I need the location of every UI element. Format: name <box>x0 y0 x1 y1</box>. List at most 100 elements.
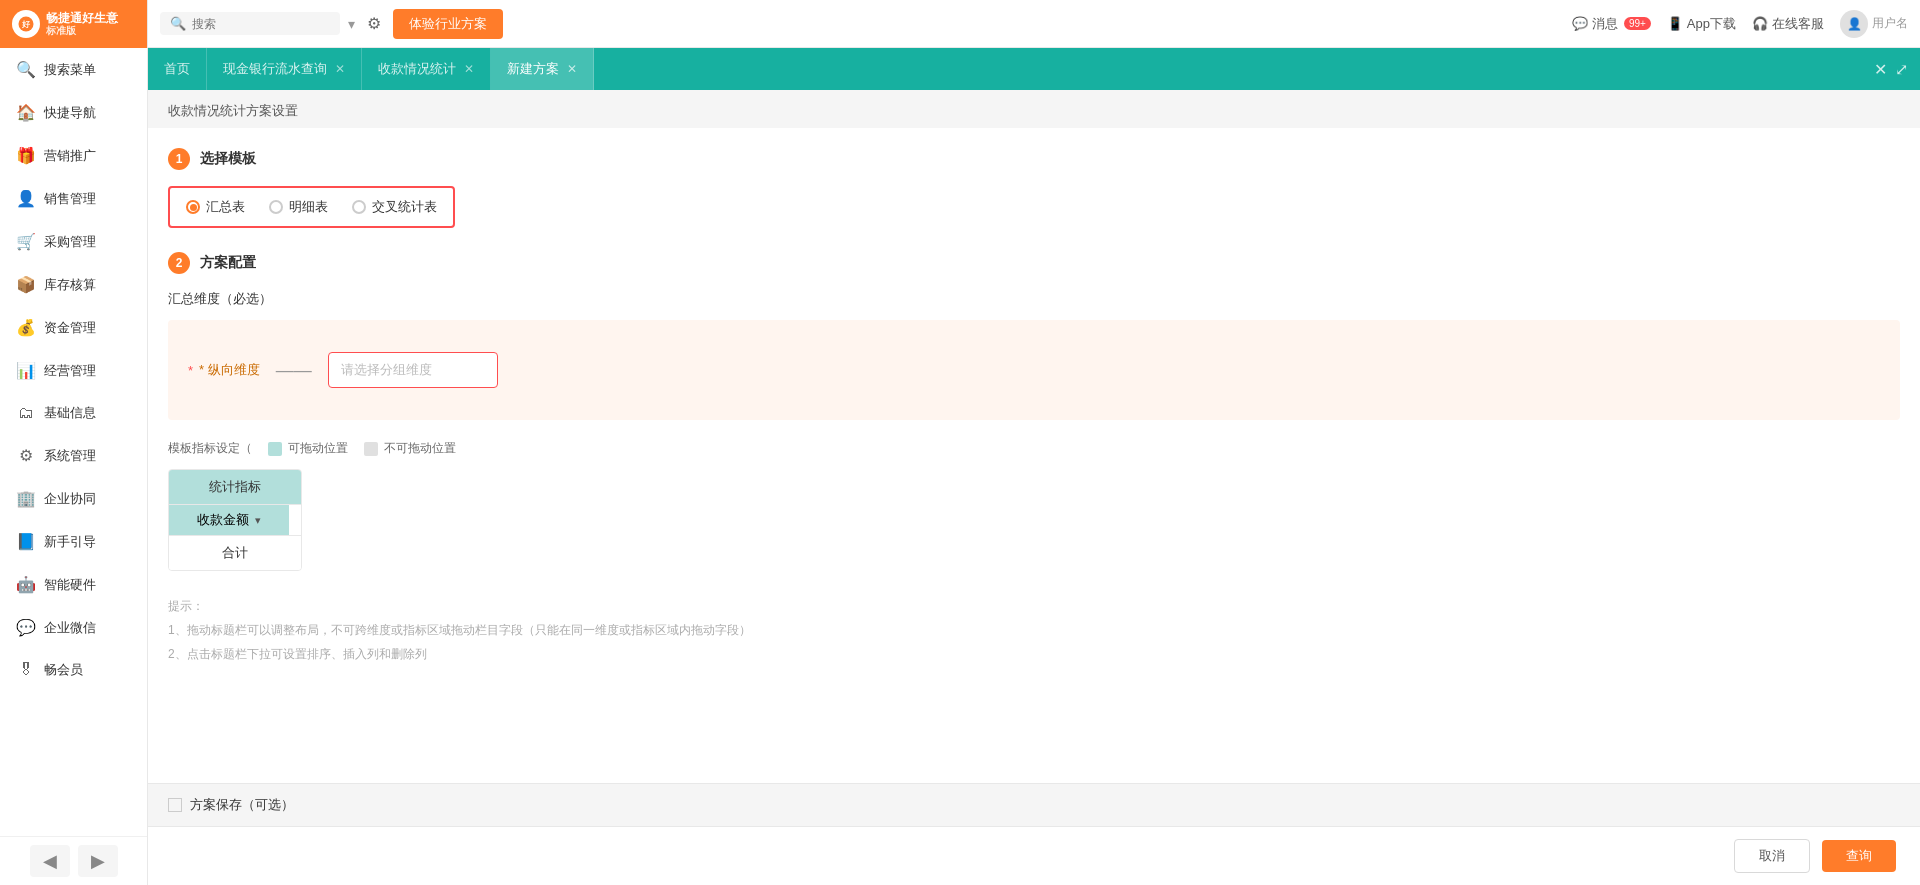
tip1: 1、拖动标题栏可以调整布局，不可跨维度或指标区域拖动栏目字段（只能在同一维度或指… <box>168 618 1900 642</box>
sidebar-item-member[interactable]: 🎖 畅会员 <box>0 649 147 691</box>
dimension-area: * * 纵向维度 —— 请选择分组维度 <box>168 320 1900 420</box>
save-label: 方案保存（可选） <box>190 796 294 814</box>
logo-version: 标准版 <box>46 25 118 37</box>
radio-summary-label: 汇总表 <box>206 198 245 216</box>
dimension-arrow-icon: —— <box>276 360 312 381</box>
query-button[interactable]: 查询 <box>1822 840 1896 872</box>
indicator-legend: 模板指标设定（ 可拖动位置 不可拖动位置 <box>168 440 1900 457</box>
tab-new-plan[interactable]: 新建方案 ✕ <box>491 48 594 90</box>
step1-num: 1 <box>168 148 190 170</box>
indicator-col-header-row: 收款金额 ▾ <box>169 505 301 535</box>
tab-receipt-stats[interactable]: 收款情况统计 ✕ <box>362 48 491 90</box>
sidebar-item-finance[interactable]: 💰 资金管理 <box>0 306 147 349</box>
radio-cross[interactable]: 交叉统计表 <box>352 198 437 216</box>
topbar-right: 💬 消息 99+ 📱 App下载 🎧 在线客服 👤 用户名 <box>1572 10 1908 38</box>
radio-summary-dot <box>186 200 200 214</box>
sidebar-item-inventory[interactable]: 📦 库存核算 <box>0 263 147 306</box>
topbar-chevron-icon[interactable]: ▾ <box>348 16 355 32</box>
sidebar-item-newbie[interactable]: 📘 新手引导 <box>0 520 147 563</box>
sidebar-collapse-btn[interactable]: ◀ <box>30 845 70 877</box>
svg-text:好: 好 <box>21 20 31 29</box>
sidebar-item-sales[interactable]: 👤 销售管理 <box>0 177 147 220</box>
content-body: 1 选择模板 汇总表 明细表 交叉统计表 <box>148 128 1920 783</box>
tab-maximize-icon[interactable]: ⤢ <box>1895 60 1908 79</box>
step1-section: 1 选择模板 汇总表 明细表 交叉统计表 <box>168 148 1900 228</box>
sidebar-item-quick-nav[interactable]: 🏠 快捷导航 <box>0 91 147 134</box>
content-area: 收款情况统计方案设置 1 选择模板 汇总表 明细表 <box>148 90 1920 826</box>
user-menu[interactable]: 👤 用户名 <box>1840 10 1908 38</box>
cancel-button[interactable]: 取消 <box>1734 839 1810 873</box>
tabbar: 首页 现金银行流水查询 ✕ 收款情况统计 ✕ 新建方案 ✕ ✕ ⤢ <box>148 48 1920 90</box>
sidebar-item-enterprise[interactable]: 🏢 企业协同 <box>0 477 147 520</box>
sidebar-item-label: 库存核算 <box>44 276 96 294</box>
sidebar-item-marketing[interactable]: 🎁 营销推广 <box>0 134 147 177</box>
main-area: 🔍 ▾ ⚙ 体验行业方案 💬 消息 99+ 📱 App下载 🎧 在线客服 👤 用… <box>148 0 1920 885</box>
tab-receipt-stats-label: 收款情况统计 <box>378 60 456 78</box>
tab-new-plan-close[interactable]: ✕ <box>567 62 577 76</box>
col-header-chevron-icon: ▾ <box>255 514 261 527</box>
indicator-settings: 模板指标设定（ 可拖动位置 不可拖动位置 统计指标 <box>168 440 1900 574</box>
vertical-label: * * 纵向维度 <box>188 361 260 379</box>
sidebar-item-basic-info[interactable]: 🗂 基础信息 <box>0 392 147 434</box>
sidebar-item-smart-hw[interactable]: 🤖 智能硬件 <box>0 563 147 606</box>
industry-btn[interactable]: 体验行业方案 <box>393 9 503 39</box>
indicator-settings-label: 模板指标设定（ <box>168 440 252 457</box>
search-input[interactable] <box>192 17 330 31</box>
operation-icon: 📊 <box>16 361 36 380</box>
legend-non-draggable: 不可拖动位置 <box>364 440 456 457</box>
message-btn[interactable]: 💬 消息 99+ <box>1572 15 1651 33</box>
tab-cash-bank[interactable]: 现金银行流水查询 ✕ <box>207 48 362 90</box>
sidebar-item-label: 销售管理 <box>44 190 96 208</box>
sidebar-logo: 好 畅捷通好生意 标准版 <box>0 0 147 48</box>
wechat-icon: 💬 <box>16 618 36 637</box>
sidebar: 好 畅捷通好生意 标准版 🔍 搜索菜单 🏠 快捷导航 🎁 营销推广 👤 销售管理… <box>0 0 148 885</box>
required-star: * <box>188 363 193 378</box>
tab-new-plan-label: 新建方案 <box>507 60 559 78</box>
logo-icon: 好 <box>12 10 40 38</box>
sidebar-item-system[interactable]: ⚙ 系统管理 <box>0 434 147 477</box>
sidebar-item-wechat[interactable]: 💬 企业微信 <box>0 606 147 649</box>
tab-receipt-stats-close[interactable]: ✕ <box>464 62 474 76</box>
radio-detail[interactable]: 明细表 <box>269 198 328 216</box>
step2-num: 2 <box>168 252 190 274</box>
sidebar-item-operation[interactable]: 📊 经营管理 <box>0 349 147 392</box>
sidebar-item-search-menu[interactable]: 🔍 搜索菜单 <box>0 48 147 91</box>
system-icon: ⚙ <box>16 446 36 465</box>
sidebar-item-label: 新手引导 <box>44 533 96 551</box>
app-download-icon: 📱 <box>1667 16 1683 31</box>
smart-hw-icon: 🤖 <box>16 575 36 594</box>
step2-section: 2 方案配置 汇总维度（必选） * * 纵向维度 —— 请选择分组维度 <box>168 252 1900 666</box>
dimension-select[interactable]: 请选择分组维度 <box>328 352 498 388</box>
sidebar-item-label: 畅会员 <box>44 661 83 679</box>
online-service-btn[interactable]: 🎧 在线客服 <box>1752 15 1824 33</box>
tab-cash-bank-close[interactable]: ✕ <box>335 62 345 76</box>
user-name: 用户名 <box>1872 15 1908 32</box>
radio-summary[interactable]: 汇总表 <box>186 198 245 216</box>
indicator-col-header[interactable]: 收款金额 ▾ <box>169 505 289 535</box>
basic-info-icon: 🗂 <box>16 404 36 422</box>
user-avatar: 👤 <box>1840 10 1868 38</box>
topbar: 🔍 ▾ ⚙ 体验行业方案 💬 消息 99+ 📱 App下载 🎧 在线客服 👤 用… <box>148 0 1920 48</box>
tab-cash-bank-label: 现金银行流水查询 <box>223 60 327 78</box>
inventory-icon: 📦 <box>16 275 36 294</box>
breadcrumb: 收款情况统计方案设置 <box>148 90 1920 128</box>
sidebar-item-label: 经营管理 <box>44 362 96 380</box>
dimension-title: 汇总维度（必选） <box>168 290 1900 308</box>
step2-title: 2 方案配置 <box>168 252 1900 274</box>
vertical-label-text: * 纵向维度 <box>199 361 260 379</box>
online-service-label: 在线客服 <box>1772 15 1824 33</box>
bottom-bar: 取消 查询 <box>148 826 1920 885</box>
topbar-search-box[interactable]: 🔍 <box>160 12 340 35</box>
save-checkbox[interactable] <box>168 798 182 812</box>
sidebar-item-label: 企业微信 <box>44 619 96 637</box>
tab-home[interactable]: 首页 <box>148 48 207 90</box>
radio-detail-label: 明细表 <box>289 198 328 216</box>
app-download-btn[interactable]: 📱 App下载 <box>1667 15 1736 33</box>
gear-icon[interactable]: ⚙ <box>367 14 381 33</box>
tab-window-close-icon[interactable]: ✕ <box>1874 60 1887 79</box>
indicator-table-header-label: 统计指标 <box>209 479 261 494</box>
indicator-table-header: 统计指标 <box>169 470 301 505</box>
dimension-select-placeholder: 请选择分组维度 <box>341 361 457 379</box>
sidebar-item-purchase[interactable]: 🛒 采购管理 <box>0 220 147 263</box>
sidebar-expand-btn[interactable]: ▶ <box>78 845 118 877</box>
